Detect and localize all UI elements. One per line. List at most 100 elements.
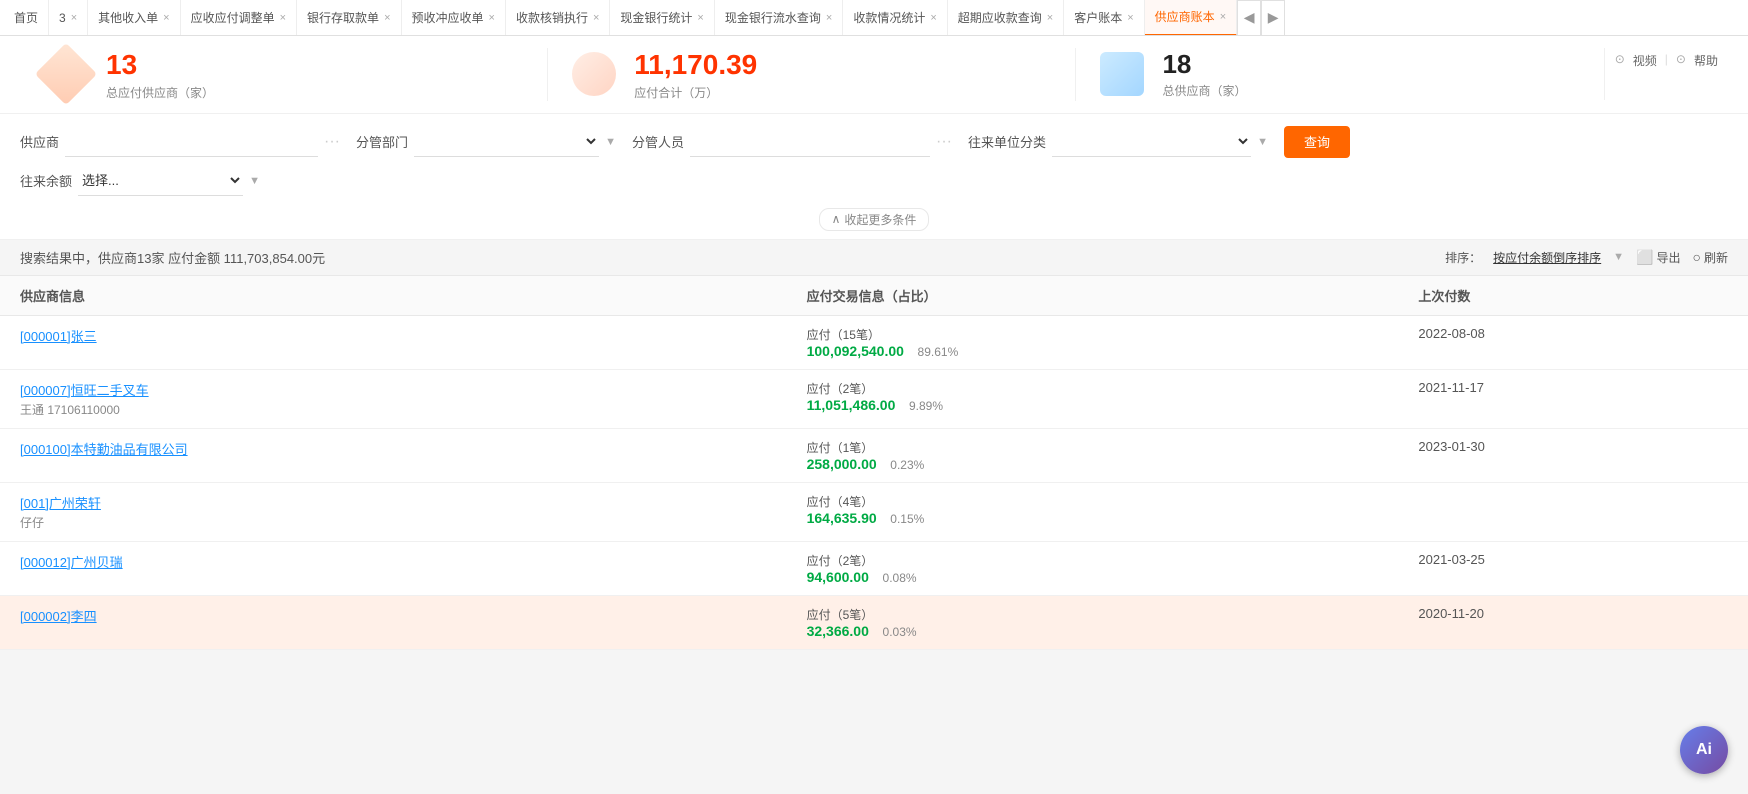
supplier-link[interactable]: [001]广州荣轩 — [20, 493, 767, 512]
payable-amount-value[interactable]: 11,051,486.00 — [807, 397, 896, 413]
payable-amount-value[interactable]: 164,635.90 — [807, 510, 877, 526]
data-table: 供应商信息 应付交易信息（占比） 上次付数 [000001]张三 应付（15笔）… — [0, 276, 1748, 650]
help-link[interactable]: 帮助 — [1694, 52, 1718, 69]
supplier-link[interactable]: [000001]张三 — [20, 326, 767, 345]
ai-button[interactable]: Ai — [1680, 726, 1728, 774]
supplier-link[interactable]: [000007]恒旺二手叉车 — [20, 380, 767, 399]
supplier-cell: [000001]张三 — [0, 315, 787, 369]
nav-tab-prepaid-label: 预收冲应收单 — [412, 9, 484, 26]
close-icon[interactable]: × — [697, 12, 703, 24]
nav-tab-bank-deposit[interactable]: 银行存取款单 × — [297, 0, 401, 36]
table-row: [001]广州荣轩 仔仔 应付（4笔） 164,635.90 0.15% — [0, 482, 1748, 541]
supplier-sub: 仔仔 — [20, 514, 767, 531]
dept-select[interactable] — [414, 127, 599, 155]
table-row: [000001]张三 应付（15笔） 100,092,540.00 89.61%… — [0, 315, 1748, 369]
nav-tab-customer-ledger[interactable]: 客户账本 × — [1064, 0, 1144, 36]
total-info: 18 总供应商（家） — [1162, 49, 1246, 99]
top-nav: 首页 3 × 其他收入单 × 应收应付调整单 × 银行存取款单 × 预收冲应收单… — [0, 0, 1748, 36]
person-dots-btn[interactable]: ··· — [936, 133, 952, 151]
close-icon[interactable]: × — [384, 12, 390, 24]
payable-label-text: 应付（4笔） — [807, 493, 1379, 510]
category-select[interactable] — [1052, 127, 1251, 155]
shop-icon — [1100, 52, 1144, 96]
nav-left-arrow[interactable]: ◀ — [1237, 0, 1261, 36]
payable-label-text: 应付（2笔） — [807, 380, 1379, 397]
close-icon[interactable]: × — [71, 12, 77, 24]
close-icon[interactable]: × — [930, 12, 936, 24]
supplier-link[interactable]: [000002]李四 — [20, 606, 767, 625]
balance-select[interactable]: 选择... — [78, 166, 243, 194]
summary-card-payable: 11,170.39 应付合计（万） — [548, 48, 1076, 101]
payable-icon — [568, 48, 620, 100]
filter-supplier: 供应商 ··· — [20, 127, 340, 157]
video-link[interactable]: 视频 — [1633, 52, 1657, 69]
th-last-pay: 上次付数 — [1398, 276, 1748, 316]
last-pay-cell: 2023-01-30 — [1398, 428, 1748, 482]
nav-tab-supplier-ledger[interactable]: 供应商账本 × — [1145, 0, 1237, 36]
supplier-dots-btn[interactable]: ··· — [324, 133, 340, 151]
close-icon[interactable]: × — [1127, 12, 1133, 24]
payable-amount-value[interactable]: 32,366.00 — [807, 623, 869, 639]
diamond-icon — [35, 43, 97, 105]
nav-right-arrow[interactable]: ▶ — [1261, 0, 1285, 36]
payable-cell: 应付（2笔） 11,051,486.00 9.89% — [787, 369, 1399, 428]
nav-tab-flow-label: 现金银行流水查询 — [725, 9, 821, 26]
nav-tab-cust-label: 客户账本 — [1074, 9, 1122, 26]
close-icon[interactable]: × — [1220, 11, 1226, 23]
supplier-link[interactable]: [000012]广州贝瑞 — [20, 552, 767, 571]
payable-amount-value[interactable]: 258,000.00 — [807, 456, 877, 472]
query-button[interactable]: 查询 — [1284, 126, 1350, 158]
sort-value[interactable]: 按应付余额倒序排序 — [1493, 249, 1601, 266]
table-header-row: 供应商信息 应付交易信息（占比） 上次付数 — [0, 276, 1748, 316]
supplier-link[interactable]: [000100]本特勤油品有限公司 — [20, 439, 767, 458]
table-row: [000002]李四 应付（5笔） 32,366.00 0.03% 2020-1… — [0, 595, 1748, 649]
nav-tab-other-income-label: 其他收入单 — [98, 9, 158, 26]
export-button[interactable]: ⬜ 导出 — [1636, 249, 1680, 266]
close-icon[interactable]: × — [280, 12, 286, 24]
last-pay-cell: 2021-11-17 — [1398, 369, 1748, 428]
nav-tab-3-label: 3 — [59, 11, 66, 25]
close-icon[interactable]: × — [826, 12, 832, 24]
person-input[interactable] — [690, 127, 930, 157]
table-body: [000001]张三 应付（15笔） 100,092,540.00 89.61%… — [0, 315, 1748, 649]
nav-tab-cash-flow[interactable]: 现金银行流水查询 × — [715, 0, 843, 36]
nav-tab-home-label: 首页 — [14, 9, 38, 26]
payable-amount-value[interactable]: 100,092,540.00 — [807, 343, 904, 359]
nav-tab-adjust[interactable]: 应收应付调整单 × — [181, 0, 297, 36]
close-icon[interactable]: × — [1047, 12, 1053, 24]
supplier-cell: [000100]本特勤油品有限公司 — [0, 428, 787, 482]
nav-tab-home[interactable]: 首页 — [4, 0, 49, 36]
dept-filter-label: 分管部门 — [356, 132, 408, 151]
collapse-button[interactable]: ∧ 收起更多条件 — [819, 208, 930, 231]
collapse-bar: ∧ 收起更多条件 — [20, 204, 1728, 231]
table-row: [000100]本特勤油品有限公司 应付（1笔） 258,000.00 0.23… — [0, 428, 1748, 482]
supplier-count-label: 总应付供应商（家） — [106, 84, 214, 101]
refresh-button[interactable]: ○ 刷新 — [1693, 249, 1728, 266]
page-wrapper: 首页 3 × 其他收入单 × 应收应付调整单 × 银行存取款单 × 预收冲应收单… — [0, 0, 1748, 794]
supplier-input[interactable] — [65, 127, 318, 157]
sort-dropdown-icon[interactable]: ▼ — [1613, 251, 1624, 263]
filter-person: 分管人员 ··· — [632, 127, 952, 157]
nav-tab-cash-stat[interactable]: 现金银行统计 × — [610, 0, 714, 36]
close-icon[interactable]: × — [163, 12, 169, 24]
payable-amount-value[interactable]: 94,600.00 — [807, 569, 869, 585]
nav-tab-receipt-verify[interactable]: 收款核销执行 × — [506, 0, 610, 36]
close-icon[interactable]: × — [489, 12, 495, 24]
filter-row-1: 供应商 ··· 分管部门 ▼ 分管人员 ··· — [20, 126, 1728, 158]
close-icon[interactable]: × — [593, 12, 599, 24]
nav-tab-overdue[interactable]: 超期应收款查询 × — [948, 0, 1064, 36]
balance-filter-label: 往来余额 — [20, 171, 72, 190]
nav-tab-other-income[interactable]: 其他收入单 × — [88, 0, 180, 36]
summary-card-total: 18 总供应商（家） — [1076, 48, 1604, 100]
payable-amount: 11,170.39 — [634, 48, 757, 82]
nav-tab-3[interactable]: 3 × — [49, 0, 88, 36]
results-bar: 搜索结果中，供应商13家 应付金额 111,703,854.00元 排序： 按应… — [0, 240, 1748, 276]
table-header: 供应商信息 应付交易信息（占比） 上次付数 — [0, 276, 1748, 316]
payable-cell: 应付（15笔） 100,092,540.00 89.61% — [787, 315, 1399, 369]
summary-card-suppliers: 13 总应付供应商（家） — [20, 48, 548, 101]
nav-tab-prepaid[interactable]: 预收冲应收单 × — [402, 0, 506, 36]
collapse-label: 收起更多条件 — [844, 211, 916, 228]
nav-tab-receipt-stat[interactable]: 收款情况统计 × — [843, 0, 947, 36]
payable-cell: 应付（4笔） 164,635.90 0.15% — [787, 482, 1399, 541]
last-pay-date: 2020-11-20 — [1418, 606, 1484, 621]
